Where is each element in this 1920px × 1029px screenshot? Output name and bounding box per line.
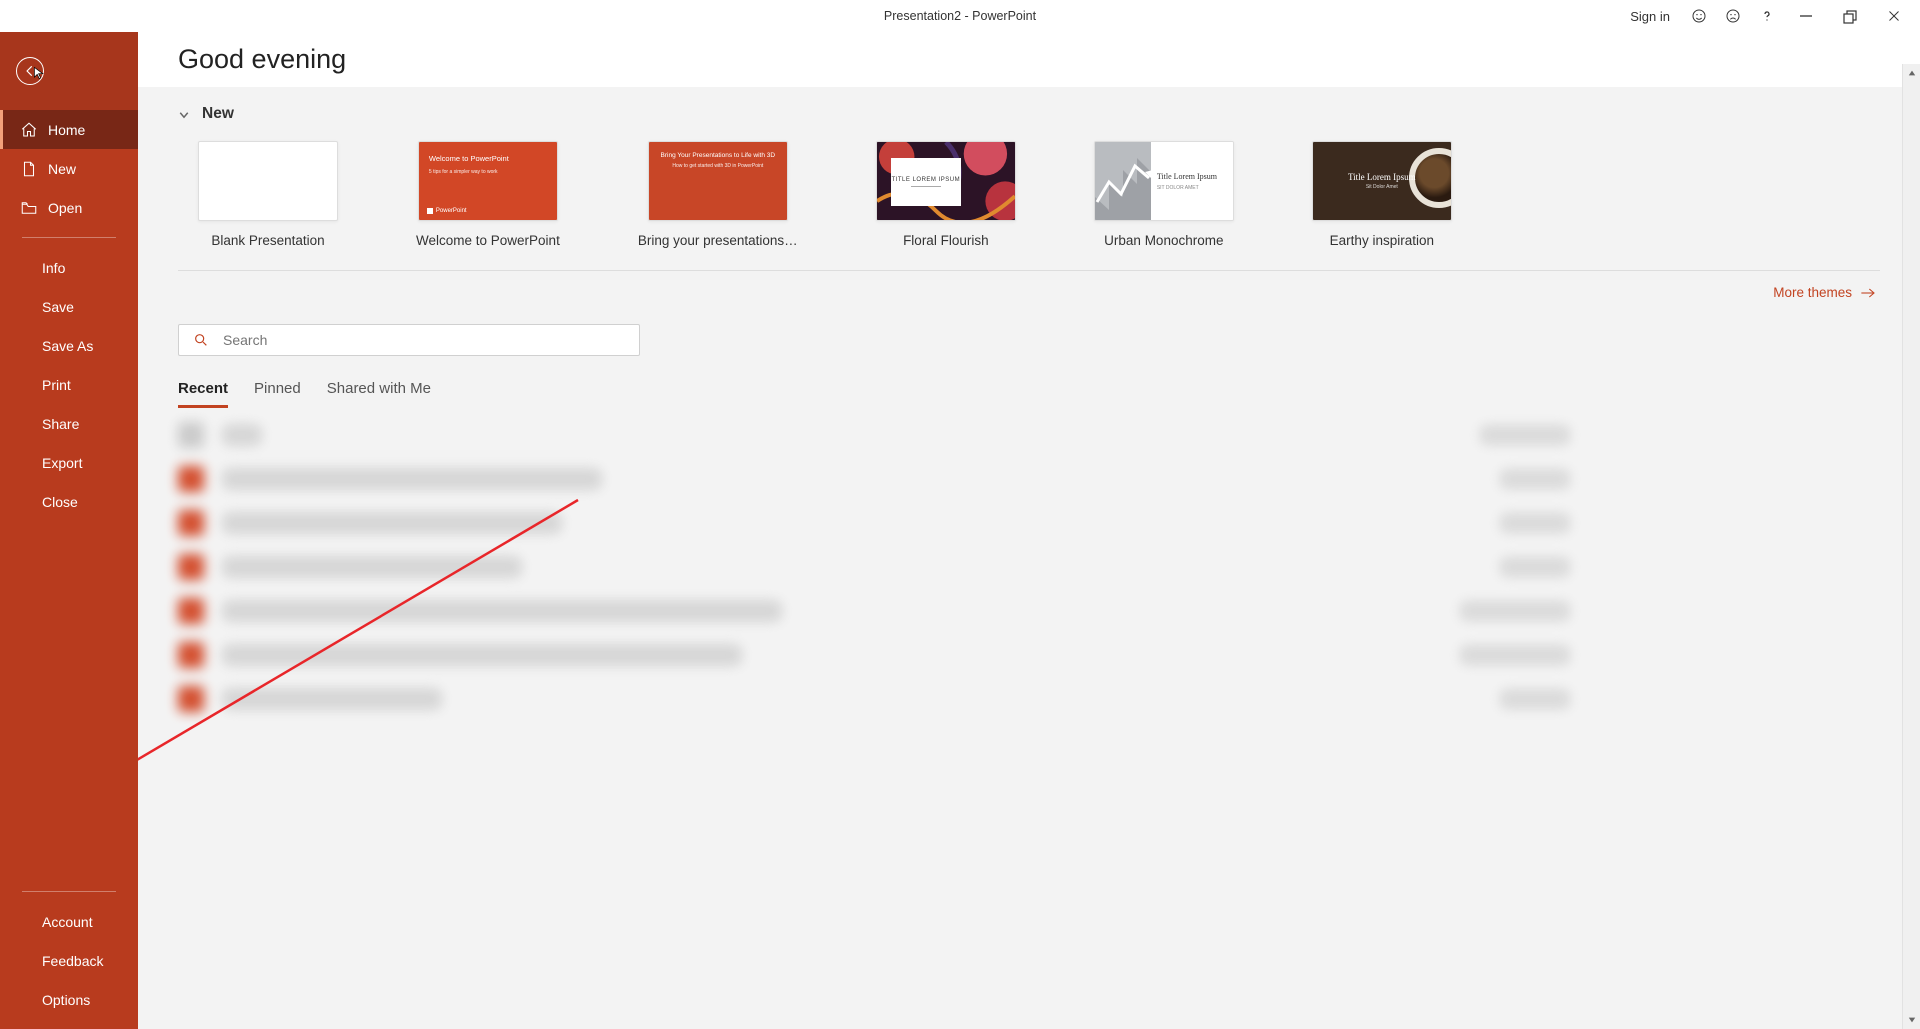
sidebar-item-label: Open bbox=[48, 200, 82, 216]
file-icon bbox=[20, 160, 38, 178]
tab-pinned[interactable]: Pinned bbox=[254, 380, 301, 408]
minimize-button[interactable] bbox=[1786, 0, 1826, 32]
scroll-up-icon[interactable] bbox=[1903, 64, 1920, 82]
sidebar-item-feedback[interactable]: Feedback bbox=[0, 941, 138, 980]
sidebar-item-label: Home bbox=[48, 122, 85, 138]
frown-icon[interactable] bbox=[1718, 0, 1748, 32]
main-scroll-area: New Blank Presentation Welcome to PowerP… bbox=[138, 87, 1920, 1029]
recent-list-blurred bbox=[178, 422, 1880, 712]
template-earthy[interactable]: Title Lorem Ipsum Sit Dolor Amet Earthy … bbox=[1312, 141, 1452, 248]
restore-button[interactable] bbox=[1830, 0, 1870, 32]
template-bring-3d[interactable]: Bring Your Presentations to Life with 3D… bbox=[638, 141, 798, 248]
template-thumb: Welcome to PowerPoint 5 tips for a simpl… bbox=[418, 141, 558, 221]
sidebar-item-info[interactable]: Info bbox=[0, 248, 138, 287]
back-region bbox=[0, 32, 138, 110]
close-button[interactable] bbox=[1874, 0, 1914, 32]
window-title: Presentation2 - PowerPoint bbox=[884, 9, 1036, 23]
tab-shared[interactable]: Shared with Me bbox=[327, 380, 431, 408]
folder-icon bbox=[20, 199, 38, 217]
sidebar-item-label: Print bbox=[42, 377, 71, 393]
templates-row: Blank Presentation Welcome to PowerPoint… bbox=[178, 141, 1880, 270]
divider bbox=[22, 237, 116, 238]
sidebar-item-label: Close bbox=[42, 494, 78, 510]
more-themes-link[interactable]: More themes bbox=[1773, 285, 1876, 300]
template-thumb: Title Lorem Ipsum SIT DOLOR AMET bbox=[1094, 141, 1234, 221]
smile-icon[interactable] bbox=[1684, 0, 1714, 32]
sidebar-item-home[interactable]: Home bbox=[0, 110, 138, 149]
vertical-scrollbar[interactable] bbox=[1902, 64, 1920, 1029]
divider bbox=[22, 891, 116, 892]
sidebar-item-label: New bbox=[48, 161, 76, 177]
template-thumb: TITLE LOREM IPSUM bbox=[876, 141, 1016, 221]
sidebar-item-label: Options bbox=[42, 992, 90, 1008]
recent-tabs: Recent Pinned Shared with Me bbox=[178, 380, 1880, 408]
sidebar-item-account[interactable]: Account bbox=[0, 902, 138, 941]
search-input[interactable] bbox=[223, 332, 625, 348]
template-urban[interactable]: Title Lorem Ipsum SIT DOLOR AMET Urban M… bbox=[1094, 141, 1234, 248]
template-floral[interactable]: TITLE LOREM IPSUM Floral Flourish bbox=[876, 141, 1016, 248]
signin-link[interactable]: Sign in bbox=[1620, 9, 1680, 24]
template-label: Welcome to PowerPoint bbox=[416, 233, 560, 248]
template-label: Floral Flourish bbox=[903, 233, 989, 248]
sidebar-item-label: Info bbox=[42, 260, 65, 276]
page-title: Good evening bbox=[178, 44, 1880, 75]
sidebar-item-open[interactable]: Open bbox=[0, 188, 138, 227]
template-label: Earthy inspiration bbox=[1330, 233, 1434, 248]
chevron-down-icon bbox=[178, 108, 190, 120]
sidebar-item-save[interactable]: Save bbox=[0, 287, 138, 326]
sidebar-item-label: Account bbox=[42, 914, 93, 930]
search-icon bbox=[193, 332, 209, 348]
sidebar-item-close[interactable]: Close bbox=[0, 482, 138, 521]
template-label: Urban Monochrome bbox=[1104, 233, 1223, 248]
sidebar: Home New Open Info Save Save As Print Sh… bbox=[0, 32, 138, 1029]
arrow-right-icon bbox=[1860, 287, 1876, 299]
more-themes-label: More themes bbox=[1773, 285, 1852, 300]
back-button[interactable] bbox=[16, 57, 44, 85]
sidebar-item-export[interactable]: Export bbox=[0, 443, 138, 482]
template-welcome[interactable]: Welcome to PowerPoint 5 tips for a simpl… bbox=[416, 141, 560, 248]
sidebar-item-new[interactable]: New bbox=[0, 149, 138, 188]
sidebar-item-options[interactable]: Options bbox=[0, 980, 138, 1019]
search-box[interactable] bbox=[178, 324, 640, 356]
sidebar-item-share[interactable]: Share bbox=[0, 404, 138, 443]
content: Good evening New Blank Presentation Welc… bbox=[138, 32, 1920, 1029]
tab-recent[interactable]: Recent bbox=[178, 380, 228, 408]
template-thumb: Bring Your Presentations to Life with 3D… bbox=[648, 141, 788, 221]
template-label: Bring your presentations to... bbox=[638, 233, 798, 248]
sidebar-item-label: Save bbox=[42, 299, 74, 315]
scroll-down-icon[interactable] bbox=[1903, 1011, 1920, 1029]
template-blank[interactable]: Blank Presentation bbox=[198, 141, 338, 248]
template-thumb bbox=[198, 141, 338, 221]
titlebar: Presentation2 - PowerPoint Sign in bbox=[0, 0, 1920, 32]
section-title: New bbox=[202, 105, 234, 123]
sidebar-item-print[interactable]: Print bbox=[0, 365, 138, 404]
sidebar-item-label: Export bbox=[42, 455, 82, 471]
sidebar-item-label: Save As bbox=[42, 338, 93, 354]
sidebar-item-save-as[interactable]: Save As bbox=[0, 326, 138, 365]
sidebar-item-label: Share bbox=[42, 416, 79, 432]
help-icon[interactable] bbox=[1752, 0, 1782, 32]
new-section-toggle[interactable]: New bbox=[178, 105, 1880, 123]
sidebar-item-label: Feedback bbox=[42, 953, 103, 969]
home-icon bbox=[20, 121, 38, 139]
template-thumb: Title Lorem Ipsum Sit Dolor Amet bbox=[1312, 141, 1452, 221]
template-label: Blank Presentation bbox=[211, 233, 324, 248]
